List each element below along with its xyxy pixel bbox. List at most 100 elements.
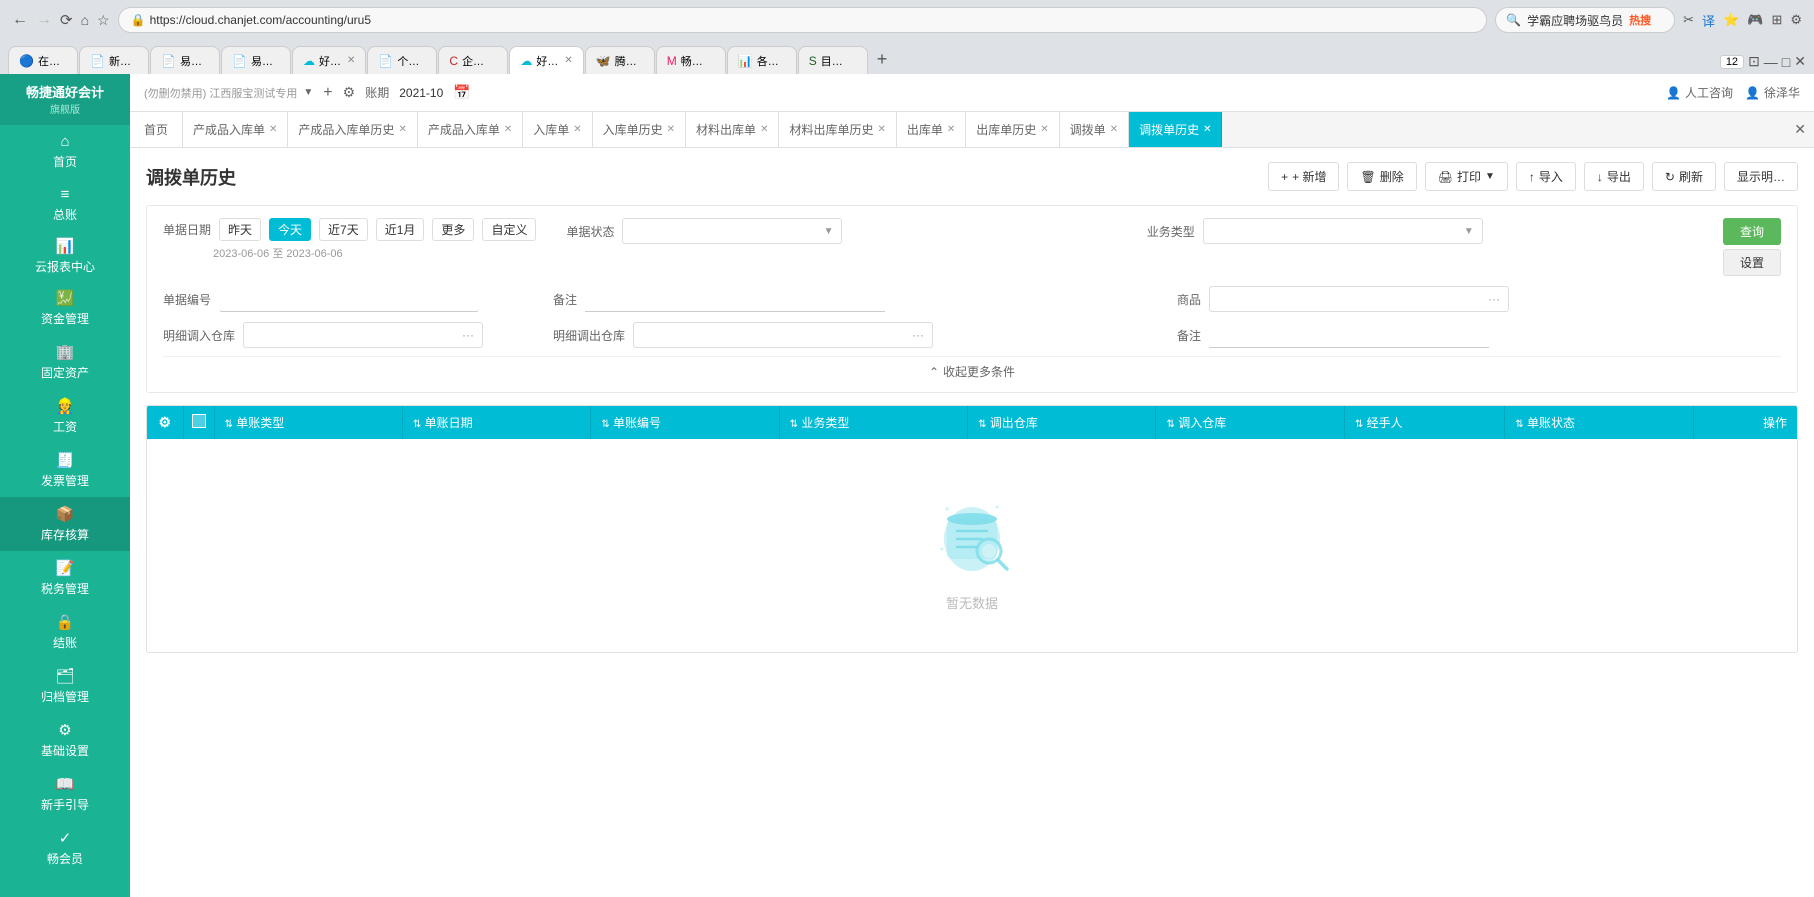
page-tab-active[interactable]: 调拨单历史 ✕ [1129,112,1222,147]
browser-scissors[interactable]: ✂ [1683,12,1694,28]
page-tab-9[interactable]: 出库单历史 ✕ [966,112,1059,147]
nav-back[interactable]: ← [12,11,28,29]
browser-translate[interactable]: 译 [1702,11,1715,30]
page-tab-2[interactable]: 产成品入库单历史 ✕ [288,112,417,147]
nav-forward[interactable]: → [36,11,52,29]
1month-btn[interactable]: 近1月 [376,218,425,241]
sidebar-item-invoice[interactable]: 🧾 发票管理 [0,443,130,497]
browser-tab-2[interactable]: 📄 新… [79,46,149,74]
sidebar-item-archive[interactable]: 🗂 归档管理 [0,659,130,713]
browser-tab-6[interactable]: 📄 个… [367,46,437,74]
maximize-btn[interactable]: □ [1782,54,1790,70]
tab-manage[interactable]: ⊡ [1748,53,1760,70]
search-box[interactable]: 🔍 学霸应聘场驱鸟员 热搜 [1495,7,1675,33]
close-tab-3[interactable]: ✕ [504,124,512,135]
close-tab-2[interactable]: ✕ [398,124,406,135]
sidebar-item-tax[interactable]: 📝 税务管理 [0,551,130,605]
close-tab-9[interactable]: ✕ [1040,124,1048,135]
sidebar-logo[interactable]: 畅捷通好会计 旗舰版 [0,74,130,125]
close-tab-5[interactable]: ✕ [667,124,675,135]
checkbox-icon[interactable] [192,414,206,428]
refresh-btn[interactable]: ↻ 刷新 [1652,162,1716,191]
page-tab-home[interactable]: 首页 [130,112,183,147]
nav-refresh[interactable]: ⟳ [60,11,73,29]
tab-close-5[interactable]: ✕ [347,55,355,66]
nav-favorite[interactable]: ☆ [97,12,110,29]
order-no-input[interactable] [219,286,479,312]
detail-out-select[interactable]: ··· [633,322,933,348]
sidebar-item-settings[interactable]: ⚙ 基础设置 [0,713,130,767]
col-biz-type[interactable]: ⇅ 业务类型 [779,406,967,439]
new-tab-button[interactable]: + [869,49,896,70]
display-btn[interactable]: 显示明… [1724,162,1798,191]
company-settings-btn[interactable]: ⚙ [343,84,356,101]
page-tab-1[interactable]: 产成品入库单 ✕ [183,112,288,147]
biz-type-select[interactable]: ▼ [1203,218,1483,244]
sidebar-item-ledger[interactable]: ≡ 总账 [0,178,130,231]
page-tab-5[interactable]: 入库单历史 ✕ [593,112,686,147]
close-tab-active[interactable]: ✕ [1203,124,1211,135]
query-btn[interactable]: 查询 [1723,218,1781,245]
checkbox-header[interactable] [183,406,214,439]
page-tab-4[interactable]: 入库单 ✕ [523,112,592,147]
company-selector[interactable]: (勿删勿禁用) 江西服宝测试专用 ▼ [144,85,313,101]
close-btn[interactable]: ✕ [1794,53,1806,70]
setting-btn[interactable]: 设置 [1723,249,1781,276]
close-all-tabs[interactable]: ✕ [1786,112,1814,147]
browser-tab-11[interactable]: S 目… [798,46,868,74]
new-btn[interactable]: + + 新增 [1268,162,1339,191]
page-tab-10[interactable]: 调拨单 ✕ [1060,112,1129,147]
col-no[interactable]: ⇅ 单账编号 [591,406,779,439]
consult-btn[interactable]: 👤 人工咨询 [1666,84,1733,101]
browser-tab-active[interactable]: ☁ 好… ✕ [509,46,583,74]
calendar-icon[interactable]: 📅 [453,84,470,101]
7days-btn[interactable]: 近7天 [319,218,368,241]
delete-btn[interactable]: 🗑 删除 [1347,162,1416,191]
col-date[interactable]: ⇅ 单账日期 [402,406,590,439]
tab-close-active[interactable]: ✕ [564,55,572,66]
browser-tab-5[interactable]: ☁ 好… ✕ [292,46,366,74]
add-company-btn[interactable]: + [323,84,332,102]
sidebar-item-reports[interactable]: 📊 云报表中心 [0,231,130,281]
browser-tab-7[interactable]: C 企… [438,46,508,74]
close-tab-1[interactable]: ✕ [269,124,277,135]
import-btn[interactable]: ↑ 导入 [1516,162,1576,191]
close-tab-4[interactable]: ✕ [573,124,581,135]
browser-tab-9[interactable]: M 畅… [656,46,726,74]
custom-date-btn[interactable]: 自定义 [482,218,536,241]
user-btn[interactable]: 👤 徐泽华 [1745,84,1800,101]
more-date-btn[interactable]: 更多 [432,218,474,241]
browser-tab-8[interactable]: 🦋 腾… [585,46,655,74]
sidebar-item-inventory[interactable]: 📦 库存核算 [0,497,130,551]
sidebar-item-guide[interactable]: 📖 新手引导 [0,767,130,821]
minimize-btn[interactable]: — [1764,54,1778,70]
remark-input[interactable] [585,286,885,312]
detail-in-select[interactable]: ··· [243,322,483,348]
browser-tab-4[interactable]: 📄 易… [221,46,291,74]
today-btn[interactable]: 今天 [269,218,311,241]
col-type[interactable]: ⇅ 单账类型 [214,406,402,439]
browser-star[interactable]: ⭐ [1723,12,1739,28]
col-in-wh[interactable]: ⇅ 调入仓库 [1156,406,1344,439]
close-tab-10[interactable]: ✕ [1110,124,1118,135]
export-btn[interactable]: ↓ 导出 [1584,162,1644,191]
browser-tab-3[interactable]: 📄 易… [150,46,220,74]
remark2-input[interactable] [1209,322,1489,348]
page-tab-8[interactable]: 出库单 ✕ [897,112,966,147]
nav-home[interactable]: ⌂ [81,12,89,28]
address-bar[interactable]: 🔒 https://cloud.chanjet.com/accounting/u… [118,7,1488,33]
sidebar-item-home[interactable]: ⌂ 首页 [0,125,130,178]
col-out-wh[interactable]: ⇅ 调出仓库 [968,406,1156,439]
status-select[interactable]: ▼ [622,218,842,244]
sidebar-item-close[interactable]: 🔒 结账 [0,605,130,659]
print-btn[interactable]: 🖨 打印 ▼ [1425,162,1508,191]
browser-game[interactable]: 🎮 [1747,12,1763,28]
col-status[interactable]: ⇅ 单账状态 [1505,406,1693,439]
sidebar-item-wages[interactable]: 👷 工资 [0,389,130,443]
page-tab-6[interactable]: 材料出库单 ✕ [686,112,779,147]
page-tab-3[interactable]: 产成品入库单 ✕ [418,112,523,147]
sidebar-item-funds[interactable]: 💹 资金管理 [0,281,130,335]
col-handler[interactable]: ⇅ 经手人 [1344,406,1504,439]
gear-icon[interactable]: ⚙ [158,414,171,430]
close-tab-8[interactable]: ✕ [947,124,955,135]
